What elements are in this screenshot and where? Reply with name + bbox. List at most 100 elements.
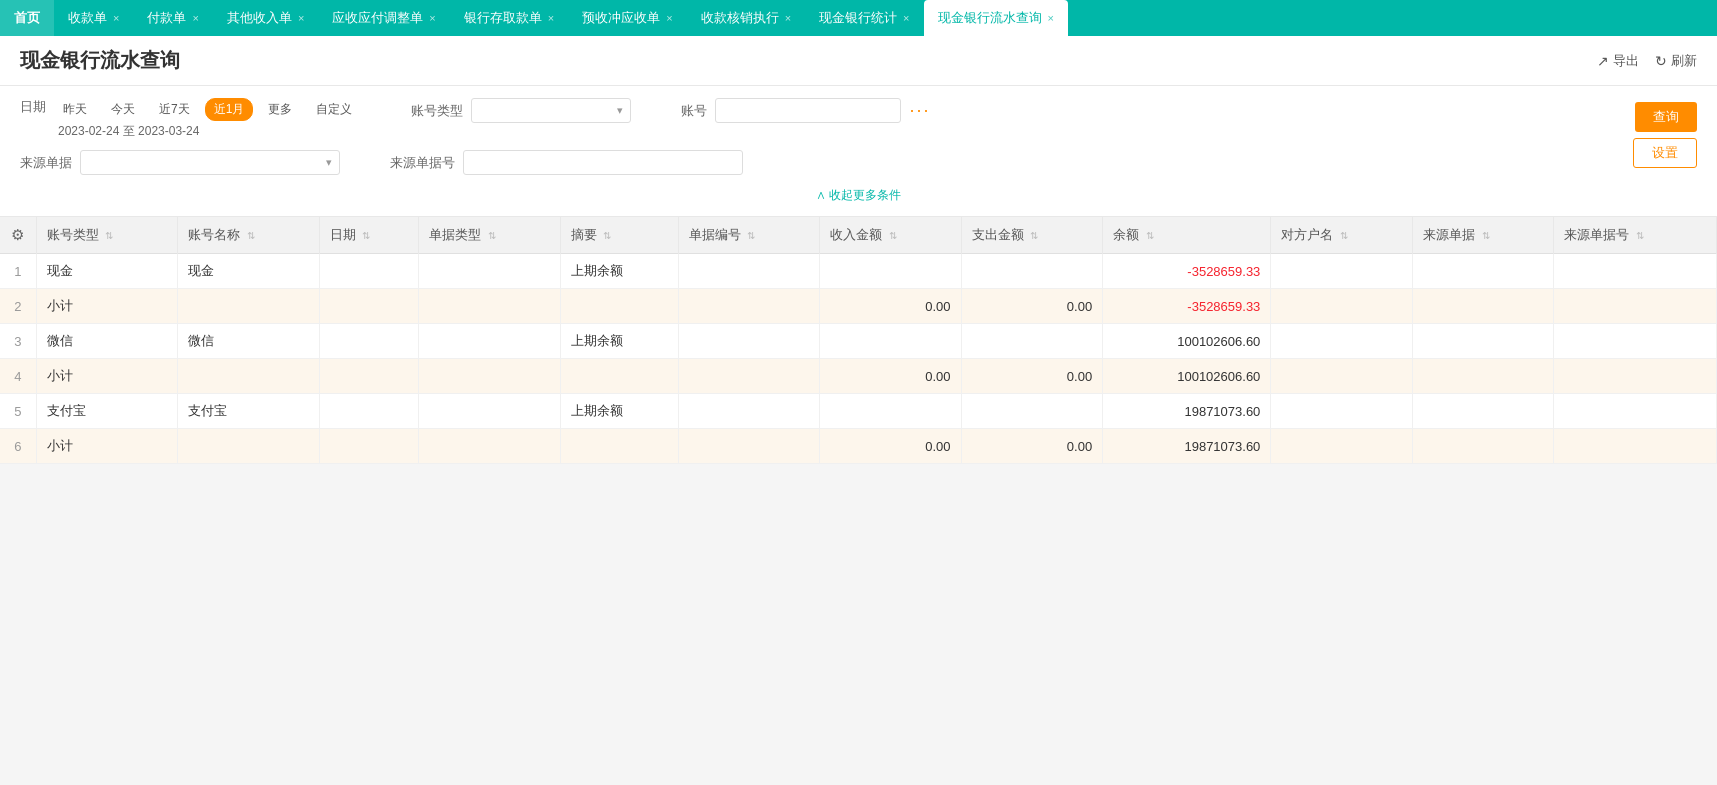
date-btn-7days[interactable]: 近7天 bbox=[150, 98, 199, 121]
cell-date bbox=[319, 254, 419, 289]
th-account-type[interactable]: 账号类型 ⇅ bbox=[36, 217, 178, 254]
cell-doc-type bbox=[419, 394, 561, 429]
data-table: ⚙ 账号类型 ⇅ 账号名称 ⇅ 日期 ⇅ 单据类型 ⇅ bbox=[0, 217, 1717, 464]
refresh-button[interactable]: ↻ 刷新 bbox=[1655, 52, 1697, 70]
th-doc-type[interactable]: 单据类型 ⇅ bbox=[419, 217, 561, 254]
cell-account-name bbox=[178, 289, 320, 324]
date-label: 日期 bbox=[20, 98, 46, 116]
cell-account-name: 微信 bbox=[178, 324, 320, 359]
date-btn-today[interactable]: 今天 bbox=[102, 98, 144, 121]
source-doc-select-wrapper bbox=[80, 150, 340, 175]
close-icon[interactable]: × bbox=[429, 0, 435, 36]
settings-button[interactable]: 设置 bbox=[1633, 138, 1697, 168]
cell-balance: 19871073.60 bbox=[1103, 429, 1271, 464]
nav-tab-7[interactable]: 现金银行统计 × bbox=[805, 0, 923, 36]
account-type-label: 账号类型 bbox=[411, 102, 463, 120]
sort-icon: ⇅ bbox=[1636, 230, 1644, 241]
cell-doc-no bbox=[678, 324, 820, 359]
filter-area: 日期 昨天 今天 近7天 近1月 更多 自定义 2023-02-24 至 202… bbox=[0, 86, 1717, 217]
cell-account-name: 现金 bbox=[178, 254, 320, 289]
cell-income bbox=[820, 324, 962, 359]
date-btn-1month[interactable]: 近1月 bbox=[205, 98, 254, 121]
cell-date bbox=[319, 429, 419, 464]
cell-date bbox=[319, 289, 419, 324]
close-icon[interactable]: × bbox=[548, 0, 554, 36]
cell-counterparty bbox=[1271, 289, 1413, 324]
cell-income bbox=[820, 254, 962, 289]
date-range: 2023-02-24 至 2023-03-24 bbox=[58, 123, 361, 140]
cell-summary bbox=[560, 289, 678, 324]
close-icon[interactable]: × bbox=[298, 0, 304, 36]
date-btn-custom[interactable]: 自定义 bbox=[307, 98, 361, 121]
source-doc-select[interactable] bbox=[80, 150, 340, 175]
cell-account-type: 小计 bbox=[36, 289, 178, 324]
nav-tab-6[interactable]: 收款核销执行 × bbox=[687, 0, 805, 36]
export-button[interactable]: ↗ 导出 bbox=[1597, 52, 1639, 70]
th-counterparty[interactable]: 对方户名 ⇅ bbox=[1271, 217, 1413, 254]
account-dots-button[interactable]: ··· bbox=[909, 100, 930, 121]
nav-tab-5[interactable]: 预收冲应收单 × bbox=[568, 0, 686, 36]
th-summary[interactable]: 摘要 ⇅ bbox=[560, 217, 678, 254]
th-settings[interactable]: ⚙ bbox=[0, 217, 36, 254]
date-btn-yesterday[interactable]: 昨天 bbox=[54, 98, 96, 121]
table-row: 4 小计 0.00 0.00 100102606.60 bbox=[0, 359, 1717, 394]
cell-balance: 100102606.60 bbox=[1103, 359, 1271, 394]
close-icon[interactable]: × bbox=[903, 0, 909, 36]
table-row: 2 小计 0.00 0.00 -3528659.33 bbox=[0, 289, 1717, 324]
cell-account-name bbox=[178, 359, 320, 394]
close-icon[interactable]: × bbox=[666, 0, 672, 36]
th-source-doc[interactable]: 来源单据 ⇅ bbox=[1412, 217, 1554, 254]
th-source-doc-no[interactable]: 来源单据号 ⇅ bbox=[1554, 217, 1717, 254]
th-balance[interactable]: 余额 ⇅ bbox=[1103, 217, 1271, 254]
source-doc-no-label: 来源单据号 bbox=[390, 154, 455, 172]
cell-doc-no bbox=[678, 394, 820, 429]
th-date[interactable]: 日期 ⇅ bbox=[319, 217, 419, 254]
collapse-bar[interactable]: ∧ 收起更多条件 bbox=[20, 183, 1697, 204]
close-icon[interactable]: × bbox=[113, 0, 119, 36]
close-icon[interactable]: × bbox=[192, 0, 198, 36]
cell-source-doc-no bbox=[1554, 429, 1717, 464]
th-expense[interactable]: 支出金额 ⇅ bbox=[961, 217, 1103, 254]
table-row: 5 支付宝 支付宝 上期余额 19871073.60 bbox=[0, 394, 1717, 429]
cell-doc-no bbox=[678, 359, 820, 394]
th-doc-no[interactable]: 单据编号 ⇅ bbox=[678, 217, 820, 254]
account-input[interactable] bbox=[715, 98, 901, 123]
cell-income: 0.00 bbox=[820, 359, 962, 394]
date-btn-more[interactable]: 更多 bbox=[259, 98, 301, 121]
table-row: 3 微信 微信 上期余额 100102606.60 bbox=[0, 324, 1717, 359]
nav-tab-1[interactable]: 付款单 × bbox=[133, 0, 212, 36]
cell-account-type: 小计 bbox=[36, 429, 178, 464]
source-doc-no-input[interactable] bbox=[463, 150, 743, 175]
cell-account-type: 支付宝 bbox=[36, 394, 178, 429]
cell-counterparty bbox=[1271, 394, 1413, 429]
th-account-name[interactable]: 账号名称 ⇅ bbox=[178, 217, 320, 254]
cell-doc-no bbox=[678, 429, 820, 464]
nav-tab-8[interactable]: 现金银行流水查询 × bbox=[924, 0, 1068, 36]
cell-expense: 0.00 bbox=[961, 429, 1103, 464]
nav-tab-2[interactable]: 其他收入单 × bbox=[213, 0, 318, 36]
cell-index: 2 bbox=[0, 289, 36, 324]
sort-icon: ⇅ bbox=[747, 230, 755, 241]
nav-tab-0[interactable]: 收款单 × bbox=[54, 0, 133, 36]
table-wrapper: ⚙ 账号类型 ⇅ 账号名称 ⇅ 日期 ⇅ 单据类型 ⇅ bbox=[0, 217, 1717, 464]
nav-tab-4[interactable]: 银行存取款单 × bbox=[450, 0, 568, 36]
cell-summary: 上期余额 bbox=[560, 254, 678, 289]
cell-doc-no bbox=[678, 254, 820, 289]
close-icon[interactable]: × bbox=[785, 0, 791, 36]
cell-expense bbox=[961, 254, 1103, 289]
sort-icon: ⇅ bbox=[603, 230, 611, 241]
sort-icon: ⇅ bbox=[1030, 230, 1038, 241]
th-income[interactable]: 收入金额 ⇅ bbox=[820, 217, 962, 254]
nav-tab-3[interactable]: 应收应付调整单 × bbox=[318, 0, 449, 36]
table-row: 1 现金 现金 上期余额 -3528659.33 bbox=[0, 254, 1717, 289]
gear-icon[interactable]: ⚙ bbox=[11, 226, 24, 243]
account-type-select[interactable] bbox=[471, 98, 631, 123]
nav-home[interactable]: 首页 bbox=[0, 0, 54, 36]
close-icon[interactable]: × bbox=[1048, 0, 1054, 36]
sort-icon: ⇅ bbox=[247, 230, 255, 241]
cell-counterparty bbox=[1271, 254, 1413, 289]
cell-summary bbox=[560, 429, 678, 464]
query-button[interactable]: 查询 bbox=[1635, 102, 1697, 132]
cell-doc-type bbox=[419, 359, 561, 394]
sort-icon: ⇅ bbox=[889, 230, 897, 241]
